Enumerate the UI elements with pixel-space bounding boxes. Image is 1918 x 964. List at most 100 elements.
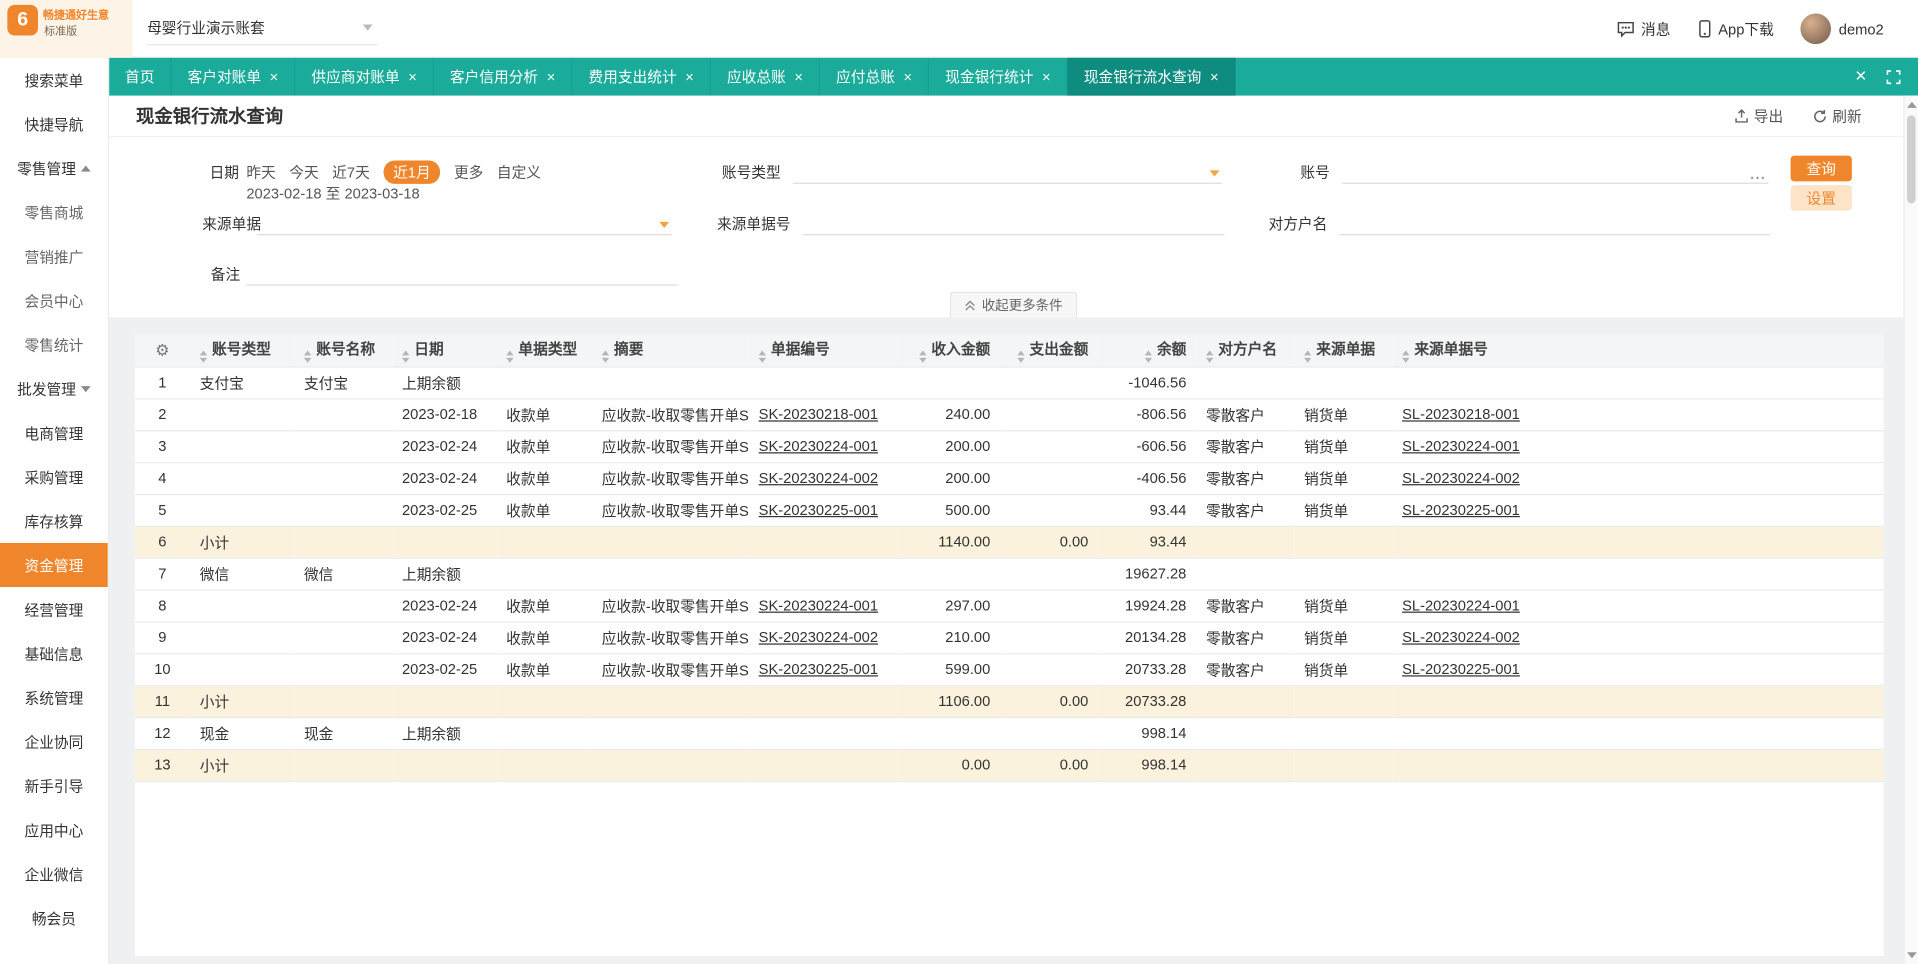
column-header-balance[interactable]: 余额	[1098, 334, 1197, 368]
source_doc_no-link[interactable]: SL-20230224-001	[1402, 597, 1520, 614]
sidebar-item-app-center[interactable]: 应用中心	[0, 808, 108, 852]
source_doc_no-link[interactable]: SL-20230225-001	[1402, 501, 1520, 518]
tab-customer-statement[interactable]: 客户对账单 ×	[172, 57, 296, 96]
doc_no-link[interactable]: SK-20230225-001	[759, 661, 878, 678]
collapse-more-filters-button[interactable]: 收起更多条件	[949, 291, 1078, 318]
table-row[interactable]: 7 微信 微信 上期余额 19627.28	[134, 557, 1884, 591]
account-picker-ellipsis[interactable]: ...	[1750, 167, 1766, 182]
sidebar-item-chang-member[interactable]: 畅会员	[0, 896, 108, 940]
column-header-account_name[interactable]: 账号名称	[294, 334, 393, 368]
sort-icon[interactable]	[1144, 350, 1153, 363]
tab-expense-stats[interactable]: 费用支出统计 ×	[572, 57, 712, 96]
remark-input[interactable]	[246, 259, 678, 286]
sidebar-item-business-management[interactable]: 经营管理	[0, 587, 108, 631]
source_doc_no-link[interactable]: SL-20230224-001	[1402, 438, 1520, 455]
sidebar-item-enterprise-collab[interactable]: 企业协同	[0, 719, 108, 763]
source_doc_no-link[interactable]: SL-20230225-001	[1402, 661, 1520, 678]
table-row[interactable]: 9 2023-02-24收款单应收款-收取零售开单SL-2 SK-20230224-…	[134, 621, 1884, 654]
column-header-summary[interactable]: 摘要	[591, 334, 749, 368]
source_doc_no-link[interactable]: SL-20230224-002	[1402, 469, 1520, 486]
sort-icon[interactable]	[758, 350, 766, 363]
sidebar-item-wholesale-management[interactable]: 批发管理	[0, 366, 108, 410]
account-type-select[interactable]	[792, 157, 1222, 184]
column-header-doc_no[interactable]: 单据编号	[748, 334, 899, 368]
doc_no-link[interactable]: SK-20230224-001	[759, 597, 878, 614]
doc_no-link[interactable]: SK-20230224-002	[759, 629, 878, 646]
messages-button[interactable]: 消息	[1616, 18, 1670, 39]
tab-close-icon[interactable]: ×	[1042, 69, 1051, 84]
close-tab-button[interactable]: ×	[1855, 66, 1866, 88]
column-header-counterparty[interactable]: 对方户名	[1196, 334, 1295, 368]
sidebar-item-retail-stats[interactable]: 零售统计	[0, 322, 108, 366]
scroll-up-icon[interactable]	[1907, 101, 1917, 108]
column-header-source_doc_no[interactable]: 来源单据号	[1392, 334, 1884, 368]
doc_no-link[interactable]: SK-20230224-002	[759, 469, 878, 486]
tab-ap-ledger[interactable]: 应付总账 ×	[820, 57, 930, 96]
sidebar-item-retail-mall[interactable]: 零售商城	[0, 190, 108, 234]
sort-icon[interactable]	[1304, 350, 1312, 363]
sidebar-item-enterprise-wechat[interactable]: 企业微信	[0, 852, 108, 896]
source_doc_no-link[interactable]: SL-20230218-001	[1402, 406, 1520, 423]
scrollbar-thumb[interactable]	[1907, 115, 1916, 204]
sort-icon[interactable]	[506, 350, 514, 363]
query-button[interactable]: 查询	[1790, 155, 1852, 182]
sort-icon[interactable]	[401, 350, 410, 363]
table-row-subtotal[interactable]: 6 小计 1140.00 0.00 93.44	[134, 525, 1884, 559]
sidebar-item-purchase-management[interactable]: 采购管理	[0, 455, 108, 499]
table-row[interactable]: 3 2023-02-24收款单应收款-收取零售开单SL-2 SK-20230224-…	[134, 430, 1884, 463]
sort-icon[interactable]	[1017, 350, 1025, 363]
account-input[interactable]: ...	[1342, 157, 1769, 184]
table-row[interactable]: 8 2023-02-24收款单应收款-收取零售开单SL-2 SK-20230224-…	[134, 589, 1884, 622]
tab-cash-bank-stats[interactable]: 现金银行统计 ×	[929, 57, 1068, 96]
sort-icon[interactable]	[303, 350, 312, 363]
sidebar-item-retail-management[interactable]: 零售管理	[0, 146, 108, 190]
app-download-button[interactable]: App下载	[1697, 18, 1774, 39]
table-row-subtotal[interactable]: 11 小计 1106.00 0.00 20733.28	[134, 685, 1884, 718]
user-menu[interactable]: demo2	[1800, 13, 1884, 45]
tab-close-icon[interactable]: ×	[547, 69, 556, 84]
date-option[interactable]: 昨天	[246, 162, 275, 183]
date-option[interactable]: 近1月	[383, 160, 441, 184]
tab-customer-credit-analysis[interactable]: 客户信用分析 ×	[434, 57, 573, 96]
sidebar-item-fund-management[interactable]: 资金管理	[0, 542, 108, 588]
sidebar-item-basic-info[interactable]: 基础信息	[0, 631, 108, 675]
column-header-date[interactable]: 日期	[392, 334, 497, 368]
sidebar-item-beginner-guide[interactable]: 新手引导	[0, 764, 108, 808]
table-row[interactable]: 2 2023-02-18收款单应收款-收取零售开单SL-2 SK-20230218-…	[134, 398, 1884, 431]
counterparty-input[interactable]	[1339, 208, 1770, 236]
tab-close-icon[interactable]: ×	[408, 69, 417, 84]
date-option[interactable]: 更多	[454, 162, 483, 183]
sidebar-item-quick-nav[interactable]: 快捷导航	[0, 102, 108, 146]
tab-close-icon[interactable]: ×	[1210, 69, 1219, 84]
date-option[interactable]: 自定义	[497, 162, 541, 183]
table-row-subtotal[interactable]: 13 小计 0.00 0.00 998.14	[134, 748, 1884, 782]
tab-supplier-statement[interactable]: 供应商对账单 ×	[295, 57, 434, 96]
table-row[interactable]: 5 2023-02-25收款单应收款-收取零售开单SL-2 SK-20230225-…	[134, 493, 1884, 527]
date-option[interactable]: 近7天	[332, 162, 370, 183]
tab-close-icon[interactable]: ×	[270, 69, 279, 84]
sidebar-item-ecommerce-management[interactable]: 电商管理	[0, 411, 108, 455]
column-header-doc_type[interactable]: 单据类型	[496, 334, 592, 368]
source-doc-no-input[interactable]	[802, 208, 1225, 236]
table-row[interactable]: 4 2023-02-24收款单应收款-收取零售开单SL-2 SK-20230224-…	[134, 462, 1884, 495]
sidebar-item-system-management[interactable]: 系统管理	[0, 675, 108, 719]
tab-cash-bank-flow-query[interactable]: 现金银行流水查询 ×	[1067, 57, 1236, 96]
table-row[interactable]: 1 支付宝 支付宝 上期余额 -1046.56	[134, 366, 1884, 399]
sidebar-item-inventory-accounting[interactable]: 库存核算	[0, 499, 108, 543]
column-header-account_type[interactable]: 账号类型	[189, 334, 295, 368]
table-row[interactable]: 10 2023-02-25收款单应收款-收取零售开单SL-2 SK-20230225…	[134, 653, 1884, 686]
doc_no-link[interactable]: SK-20230218-001	[759, 406, 878, 423]
sort-icon[interactable]	[601, 350, 610, 363]
refresh-button[interactable]: 刷新	[1813, 105, 1862, 126]
sidebar-item-member-center[interactable]: 会员中心	[0, 278, 108, 322]
scroll-down-icon[interactable]	[1907, 952, 1917, 959]
fullscreen-icon[interactable]	[1886, 69, 1901, 84]
tab-close-icon[interactable]: ×	[794, 69, 803, 84]
export-button[interactable]: 导出	[1734, 105, 1783, 126]
column-header-source_doc[interactable]: 来源单据	[1294, 334, 1393, 368]
tab-ar-ledger[interactable]: 应收总账 ×	[711, 57, 821, 96]
account-set-select[interactable]: 母婴行业演示账套	[147, 11, 378, 46]
settings-button[interactable]: 设置	[1790, 185, 1852, 211]
sort-icon[interactable]	[919, 350, 927, 363]
tab-home[interactable]: 首页	[109, 57, 172, 96]
